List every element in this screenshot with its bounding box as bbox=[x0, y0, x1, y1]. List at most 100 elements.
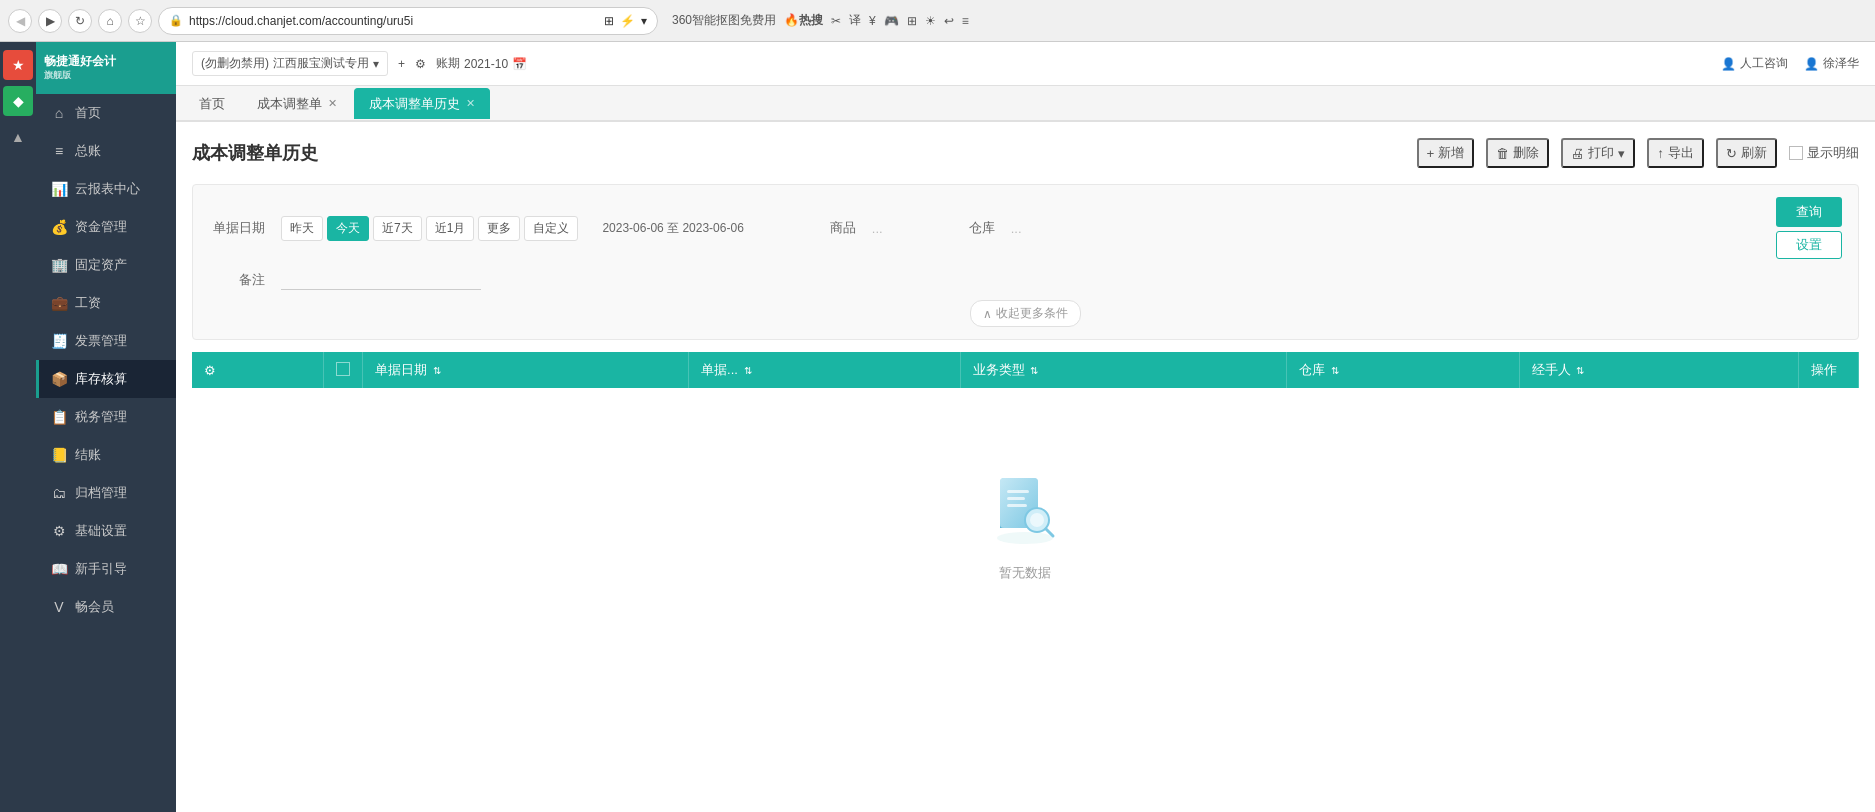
main-content: (勿删勿禁用) 江西服宝测试专用 ▾ + ⚙ 账期 2021-10 📅 👤 人工… bbox=[176, 42, 1875, 812]
tab-cost-adjust-history[interactable]: 成本调整单历史 ✕ bbox=[354, 88, 490, 119]
back-button[interactable]: ◀ bbox=[8, 9, 32, 33]
show-cols-checkbox[interactable] bbox=[1789, 146, 1803, 160]
translate-icon[interactable]: 译 bbox=[849, 12, 861, 29]
game-icon[interactable]: 🎮 bbox=[884, 14, 899, 28]
date-btn-today[interactable]: 今天 bbox=[327, 216, 369, 241]
query-button[interactable]: 查询 bbox=[1776, 197, 1842, 227]
sidebar-item-tax[interactable]: 📋 税务管理 bbox=[36, 398, 176, 436]
refresh-button[interactable]: ↻ bbox=[68, 9, 92, 33]
hot-search-label[interactable]: 🔥热搜 bbox=[784, 12, 823, 29]
date-buttons-group: 昨天 今天 近7天 近1月 更多 自定义 bbox=[281, 216, 578, 241]
coin-icon[interactable]: ¥ bbox=[869, 14, 876, 28]
col-number-label: 单据... bbox=[701, 362, 738, 377]
new-button[interactable]: + 新增 bbox=[1417, 138, 1475, 168]
grid-icon[interactable]: ⊞ bbox=[907, 14, 917, 28]
sidebar-item-fixed-assets[interactable]: 🏢 固定资产 bbox=[36, 246, 176, 284]
delete-button[interactable]: 🗑 删除 bbox=[1486, 138, 1549, 168]
sidebar-label-archive: 归档管理 bbox=[75, 484, 127, 502]
col-date[interactable]: 单据日期 ⇅ bbox=[362, 352, 688, 388]
warehouse-more-icon[interactable]: ... bbox=[1011, 221, 1022, 236]
lock-icon: 🔒 bbox=[169, 14, 183, 27]
apps-icon: ⊞ bbox=[604, 14, 614, 28]
sidebar-item-closing[interactable]: 📒 结账 bbox=[36, 436, 176, 474]
collapse-button[interactable]: ∧ 收起更多条件 bbox=[970, 300, 1081, 327]
menu-icon[interactable]: ≡ bbox=[962, 14, 969, 28]
filter-section: 单据日期 昨天 今天 近7天 近1月 更多 自定义 2023-06-06 至 2… bbox=[192, 184, 1859, 340]
sidebar-label-closing: 结账 bbox=[75, 446, 101, 464]
home-icon: ⌂ bbox=[51, 105, 67, 121]
sidebar-item-archive[interactable]: 🗂 归档管理 bbox=[36, 474, 176, 512]
lightning-icon: ⚡ bbox=[620, 14, 635, 28]
sidebar-item-fund[interactable]: 💰 资金管理 bbox=[36, 208, 176, 246]
icon-rail-item-1[interactable]: ★ bbox=[3, 50, 33, 80]
tab-cost-adjust-close[interactable]: ✕ bbox=[328, 97, 337, 110]
sidebar-item-home[interactable]: ⌂ 首页 bbox=[36, 94, 176, 132]
delete-icon: 🗑 bbox=[1496, 146, 1509, 161]
remark-input[interactable] bbox=[281, 269, 481, 290]
filter-action-col: 查询 设置 bbox=[1776, 197, 1842, 259]
sidebar-item-invoice[interactable]: 🧾 发票管理 bbox=[36, 322, 176, 360]
logo-sub: 旗舰版 bbox=[44, 69, 116, 82]
sidebar-label-tax: 税务管理 bbox=[75, 408, 127, 426]
sidebar-item-basic-settings[interactable]: ⚙ 基础设置 bbox=[36, 512, 176, 550]
membership-icon: V bbox=[51, 599, 67, 615]
browser-chrome: ◀ ▶ ↻ ⌂ ☆ 🔒 https://cloud.chanjet.com/ac… bbox=[0, 0, 1875, 42]
icon-rail-item-2[interactable]: ◆ bbox=[3, 86, 33, 116]
inventory-icon: 📦 bbox=[51, 371, 67, 387]
tab-cost-adjust-history-close[interactable]: ✕ bbox=[466, 97, 475, 110]
data-table: ⚙ 单据日期 ⇅ 单据... ⇅ bbox=[192, 352, 1859, 662]
sidebar-item-payroll[interactable]: 💼 工资 bbox=[36, 284, 176, 322]
sidebar-item-reports[interactable]: 📊 云报表中心 bbox=[36, 170, 176, 208]
filter-settings-button[interactable]: 设置 bbox=[1776, 231, 1842, 259]
date-btn-1month[interactable]: 近1月 bbox=[426, 216, 475, 241]
undo-icon[interactable]: ↩ bbox=[944, 14, 954, 28]
date-btn-yesterday[interactable]: 昨天 bbox=[281, 216, 323, 241]
date-btn-7days[interactable]: 近7天 bbox=[373, 216, 422, 241]
dropdown-icon[interactable]: ▾ bbox=[641, 14, 647, 28]
print-button[interactable]: 🖨 打印 ▾ bbox=[1561, 138, 1635, 168]
table-settings-icon[interactable]: ⚙ bbox=[192, 352, 323, 388]
col-number[interactable]: 单据... ⇅ bbox=[689, 352, 961, 388]
date-btn-custom[interactable]: 自定义 bbox=[524, 216, 578, 241]
refresh-button-page[interactable]: ↻ 刷新 bbox=[1716, 138, 1777, 168]
top-bar-left: (勿删勿禁用) 江西服宝测试专用 ▾ + ⚙ 账期 2021-10 📅 bbox=[192, 51, 527, 76]
svg-point-0 bbox=[997, 532, 1053, 544]
col-handler[interactable]: 经手人 ⇅ bbox=[1519, 352, 1798, 388]
show-cols-toggle[interactable]: 显示明细 bbox=[1789, 144, 1859, 162]
product-more-icon[interactable]: ... bbox=[872, 221, 883, 236]
address-bar[interactable]: 🔒 https://cloud.chanjet.com/accounting/u… bbox=[158, 7, 658, 35]
fund-icon: 💰 bbox=[51, 219, 67, 235]
invoice-icon: 🧾 bbox=[51, 333, 67, 349]
user-info[interactable]: 👤 徐泽华 bbox=[1804, 55, 1859, 72]
date-btn-more[interactable]: 更多 bbox=[478, 216, 520, 241]
date-range-display: 2023-06-06 至 2023-06-06 bbox=[602, 220, 743, 237]
period-selector[interactable]: 账期 2021-10 📅 bbox=[436, 55, 527, 72]
tab-home[interactable]: 首页 bbox=[184, 88, 240, 119]
search-text[interactable]: 360智能抠图免费用 bbox=[672, 12, 776, 29]
icon-rail-item-3[interactable]: ▲ bbox=[3, 122, 33, 152]
tab-cost-adjust[interactable]: 成本调整单 ✕ bbox=[242, 88, 352, 119]
sidebar-item-new-guide[interactable]: 📖 新手引导 bbox=[36, 550, 176, 588]
filter-collapse: ∧ 收起更多条件 bbox=[209, 300, 1842, 327]
sun-icon[interactable]: ☀ bbox=[925, 14, 936, 28]
payroll-icon: 💼 bbox=[51, 295, 67, 311]
add-icon[interactable]: + bbox=[398, 57, 405, 71]
home-button[interactable]: ⌂ bbox=[98, 9, 122, 33]
scissor-icon[interactable]: ✂ bbox=[831, 14, 841, 28]
sort-icon-date: ⇅ bbox=[433, 365, 441, 376]
export-button[interactable]: ↑ 导出 bbox=[1647, 138, 1704, 168]
col-warehouse-label: 仓库 bbox=[1299, 362, 1325, 377]
new-label: 新增 bbox=[1438, 144, 1464, 162]
bookmark-button[interactable]: ☆ bbox=[128, 9, 152, 33]
company-selector[interactable]: (勿删勿禁用) 江西服宝测试专用 ▾ bbox=[192, 51, 388, 76]
col-warehouse[interactable]: 仓库 ⇅ bbox=[1286, 352, 1519, 388]
sidebar-item-inventory[interactable]: 📦 库存核算 bbox=[36, 360, 176, 398]
col-biz-type[interactable]: 业务类型 ⇅ bbox=[960, 352, 1286, 388]
sidebar-item-general-ledger[interactable]: ≡ 总账 bbox=[36, 132, 176, 170]
table-checkbox-header[interactable] bbox=[323, 352, 362, 388]
sidebar-item-membership[interactable]: V 畅会员 bbox=[36, 588, 176, 626]
settings-icon: ⚙ bbox=[51, 523, 67, 539]
service-button[interactable]: 👤 人工咨询 bbox=[1721, 55, 1788, 72]
topbar-settings-icon[interactable]: ⚙ bbox=[415, 57, 426, 71]
forward-button[interactable]: ▶ bbox=[38, 9, 62, 33]
